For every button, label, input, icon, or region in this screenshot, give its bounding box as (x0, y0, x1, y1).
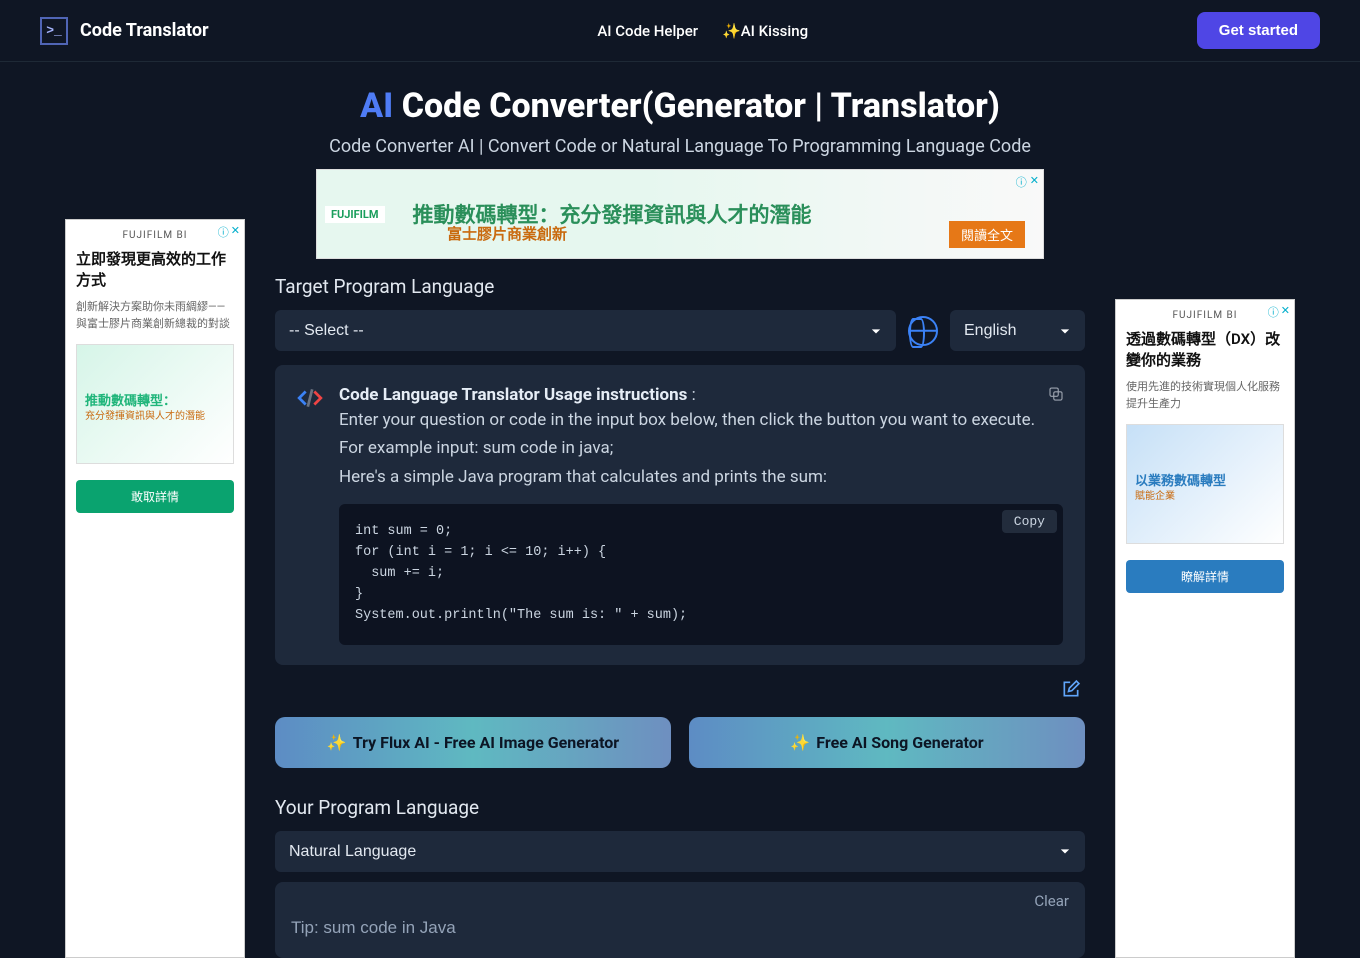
ad-image: 推動數碼轉型： 充分發揮資訊與人才的潛能 (76, 344, 234, 464)
your-language-select[interactable]: Natural Language (275, 831, 1085, 872)
logo-icon: >_ (40, 17, 68, 45)
instructions-panel: Code Language Translator Usage instructi… (275, 365, 1085, 665)
ad-read-more[interactable]: 閱讀全文 (949, 221, 1025, 248)
get-started-button[interactable]: Get started (1197, 12, 1320, 49)
ad-cta-button[interactable]: 敢取詳情 (76, 480, 234, 513)
code-input[interactable] (291, 914, 1069, 942)
your-language-label: Your Program Language (275, 796, 1085, 819)
globe-icon (908, 316, 938, 346)
ad-cta-button[interactable]: 瞭解詳情 (1126, 560, 1284, 593)
copy-icon[interactable] (1047, 385, 1065, 407)
page-subtitle: Code Converter AI | Convert Code or Natu… (0, 136, 1360, 157)
sparkle-icon: ✨ (327, 733, 347, 752)
ad-close-icon[interactable]: ⓘ✕ (1016, 174, 1039, 190)
code-sample: Copyint sum = 0; for (int i = 1; i <= 10… (339, 504, 1063, 645)
input-panel: Clear (275, 882, 1085, 958)
clear-button[interactable]: Clear (1034, 892, 1069, 910)
target-language-label: Target Program Language (275, 275, 1085, 298)
nav-ai-code-helper[interactable]: AI Code Helper (597, 22, 698, 40)
ad-image: 以業務數碼轉型 賦能企業 (1126, 424, 1284, 544)
copy-code-button[interactable]: Copy (1002, 510, 1057, 533)
nav: AI Code Helper ✨AI Kissing (597, 22, 808, 40)
edit-icon[interactable] (1061, 684, 1081, 703)
target-language-select[interactable]: -- Select -- (275, 310, 896, 351)
instructions-title: Code Language Translator Usage instructi… (339, 385, 687, 405)
left-sidebar-ad[interactable]: ⓘ✕ FUJIFILM BI 立即發現更高效的工作方式 創新解決方案助你未雨綢繆… (65, 219, 245, 958)
nav-ai-kissing[interactable]: ✨AI Kissing (722, 22, 808, 40)
code-icon (297, 385, 323, 411)
hero: AI Code Converter(Generator | Translator… (0, 62, 1360, 169)
promo-flux-ai[interactable]: ✨Try Flux AI - Free AI Image Generator (275, 717, 671, 768)
brand-name: Code Translator (80, 20, 209, 41)
promo-ai-song[interactable]: ✨Free AI Song Generator (689, 717, 1085, 768)
ad-close-icon[interactable]: ⓘ✕ (1268, 304, 1290, 320)
ui-language-select[interactable]: English (950, 310, 1085, 351)
top-banner-ad[interactable]: ⓘ✕ FUJIFILM 推動數碼轉型：充分發揮資訊與人才的潛能 富士膠片商業創新… (316, 169, 1044, 259)
ad-close-icon[interactable]: ⓘ✕ (218, 224, 240, 240)
brand-area[interactable]: >_ Code Translator (40, 17, 209, 45)
header: >_ Code Translator AI Code Helper ✨AI Ki… (0, 0, 1360, 62)
sparkle-icon: ✨ (790, 733, 810, 752)
instructions-text: Enter your question or code in the input… (339, 407, 1063, 433)
page-title: AI Code Converter(Generator | Translator… (0, 86, 1360, 126)
